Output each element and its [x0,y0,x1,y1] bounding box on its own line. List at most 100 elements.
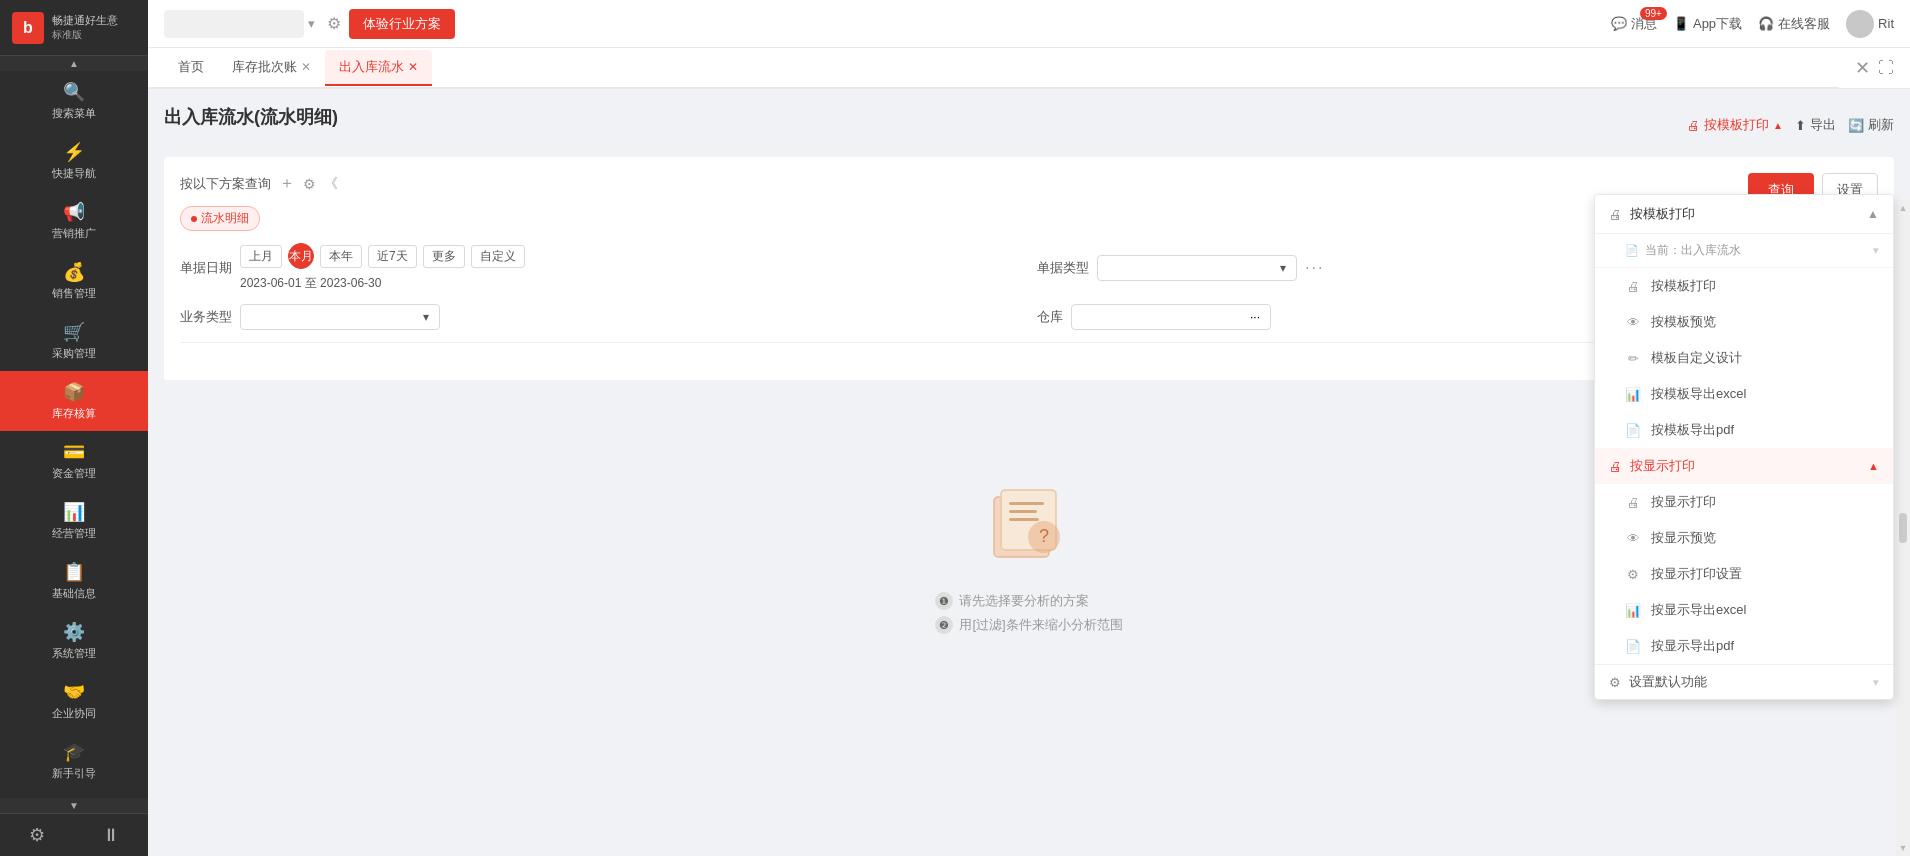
warehouse-select[interactable]: ··· [1071,304,1271,330]
date-btn-custom[interactable]: 自定义 [471,245,525,268]
page-content: 出入库流水(流水明细) 🖨 按模板打印 ▲ ⬆ 导出 🔄 刷新 [148,89,1910,856]
tabs-bar: 首页 库存批次账 ✕ 出入库流水 ✕ [148,48,1839,88]
export-icon: ⬆ [1795,118,1806,133]
top-bar: ▾ ⚙ 体验行业方案 💬 消息 99+ 📱 App下载 🎧 在线客服 [148,0,1910,48]
scrollbar-up-icon[interactable]: ▲ [1899,203,1908,213]
sidebar-item-sales[interactable]: 💰 销售管理 [0,251,148,311]
biz-type-chevron-icon: ▾ [423,310,429,324]
scrollbar[interactable]: ▲ ▼ [1896,200,1910,856]
top-gear-icon[interactable]: ⚙ [327,14,341,33]
template-excel-icon: 📊 [1625,386,1641,402]
top-search-area: ▾ [164,10,315,38]
date-btn-this-month[interactable]: 本月 [288,243,314,269]
svg-text:?: ? [1039,526,1049,546]
sidebar-item-guide[interactable]: 🎓 新手引导 [0,731,148,791]
date-btn-this-year[interactable]: 本年 [320,245,362,268]
phone-icon: 📱 [1673,16,1689,31]
dropdown-item-display-settings[interactable]: ⚙ 按显示打印设置 [1595,556,1893,592]
logo-icon: b [12,12,44,44]
pause-icon[interactable]: ⏸ [102,825,120,846]
filter-collapse-icon[interactable]: 《 [324,175,338,193]
dropdown-item-display-excel[interactable]: 📊 按显示导出excel [1595,592,1893,628]
settings-bottom-icon[interactable]: ⚙ [29,824,45,846]
dropdown-item-template-pdf[interactable]: 📄 按模板导出pdf [1595,412,1893,448]
tab-batch[interactable]: 库存批次账 ✕ [218,50,325,86]
sidebar-item-purchase[interactable]: 🛒 采购管理 [0,311,148,371]
dropdown-current: 📄 当前：出入库流水 ▾ [1595,234,1893,268]
dropdown-section3[interactable]: ⚙ 设置默认功能 ▾ [1595,664,1893,699]
scroll-down[interactable]: ▼ [69,800,79,811]
date-btn-7days[interactable]: 近7天 [368,245,417,268]
search-chevron-icon[interactable]: ▾ [308,16,315,31]
export-btn[interactable]: ⬆ 导出 [1795,116,1836,134]
industry-btn[interactable]: 体验行业方案 [349,9,455,39]
dropdown-section2-header[interactable]: 🖨 按显示打印 ▲ [1595,448,1893,484]
tab-flow[interactable]: 出入库流水 ✕ [325,50,432,86]
app-download-action[interactable]: 📱 App下载 [1673,15,1742,33]
sidebar-item-system[interactable]: ⚙️ 系统管理 [0,611,148,671]
dropdown-title: 🖨 按模板打印 [1609,205,1695,223]
tab-batch-close[interactable]: ✕ [301,60,311,74]
scrollbar-down-icon[interactable]: ▼ [1899,843,1908,853]
sidebar-item-collab[interactable]: 🤝 企业协同 [0,671,148,731]
scrollbar-thumb[interactable] [1899,513,1907,543]
date-btn-last-month[interactable]: 上月 [240,245,282,268]
template-preview-icon: 👁 [1625,314,1641,330]
dropdown-item-display-pdf[interactable]: 📄 按显示导出pdf [1595,628,1893,664]
maximize-window-icon[interactable]: ⛶ [1878,59,1894,77]
top-search-input[interactable] [164,10,304,38]
dropdown-item-display-preview[interactable]: 👁 按显示预览 [1595,520,1893,556]
refresh-btn[interactable]: 🔄 刷新 [1848,116,1894,134]
search-bar-header: 按以下方案查询 ＋ ⚙ 《 [180,173,1878,194]
empty-tip-2: ❷ 用[过滤]条件来缩小分析范围 [935,616,1122,634]
empty-tips: ❶ 请先选择要分析的方案 ❷ 用[过滤]条件来缩小分析范围 [935,592,1122,640]
tab-flow-close[interactable]: ✕ [408,60,418,74]
sidebar-item-basic[interactable]: 📋 基础信息 [0,551,148,611]
dropdown-item-template-print[interactable]: 🖨 按模板打印 [1595,268,1893,304]
sidebar-item-marketing[interactable]: 📢 营销推广 [0,191,148,251]
dropdown-item-display-print[interactable]: 🖨 按显示打印 [1595,484,1893,520]
card-icon: 💳 [63,441,85,463]
cart-icon: 🛒 [63,321,85,343]
dropdown-chevron-icon: ▲ [1867,207,1879,221]
biz-type-field: 业务类型 ▾ [180,304,1021,330]
sidebar-bottom: ⚙ ⏸ [0,813,148,856]
chevron-up-icon: ▲ [1773,120,1783,131]
dropdown-header[interactable]: 🖨 按模板打印 ▲ [1595,195,1893,234]
scroll-up[interactable]: ▲ [69,58,79,69]
dropdown-item-template-design[interactable]: ✏ 模板自定义设计 [1595,340,1893,376]
online-service-action[interactable]: 🎧 在线客服 [1758,15,1830,33]
doc-type-select[interactable]: ▾ [1097,255,1297,281]
money-icon: 💰 [63,261,85,283]
top-bar-right: 💬 消息 99+ 📱 App下载 🎧 在线客服 Rit [1611,10,1894,38]
current-icon: 📄 [1625,244,1639,257]
dropdown-item-template-excel[interactable]: 📊 按模板导出excel [1595,376,1893,412]
tab-home[interactable]: 首页 [164,50,218,86]
message-action[interactable]: 💬 消息 99+ [1611,15,1657,33]
clipboard-icon: 📋 [63,561,85,583]
filter-settings-icon[interactable]: ⚙ [303,176,316,192]
sidebar-item-search[interactable]: 🔍 搜索菜单 [0,71,148,131]
date-btn-more[interactable]: 更多 [423,245,465,268]
sidebar-item-operation[interactable]: 📊 经营管理 [0,491,148,551]
current-chevron-icon: ▾ [1873,244,1879,257]
sidebar-item-finance[interactable]: 💳 资金管理 [0,431,148,491]
sidebar-item-app-center[interactable]: 🔷 应用中心 [0,791,148,798]
section3-icon: ⚙ [1609,675,1621,690]
biz-type-select[interactable]: ▾ [240,304,440,330]
user-profile[interactable]: Rit [1846,10,1894,38]
sidebar-item-inventory[interactable]: 📦 库存核算 [0,371,148,431]
add-filter-icon[interactable]: ＋ [279,173,295,194]
close-window-icon[interactable]: ✕ [1855,57,1870,79]
sidebar-item-quick-nav[interactable]: ⚡ 快捷导航 [0,131,148,191]
refresh-icon: 🔄 [1848,118,1864,133]
dropdown-item-template-preview[interactable]: 👁 按模板预览 [1595,304,1893,340]
date-shortcuts: 上月 本月 本年 近7天 更多 自定义 [240,243,525,269]
graduation-icon: 🎓 [63,741,85,763]
print-template-btn[interactable]: 🖨 按模板打印 ▲ [1687,116,1783,134]
doc-type-more-icon[interactable]: ··· [1305,259,1324,277]
display-excel-icon: 📊 [1625,602,1641,618]
search-icon: 🔍 [63,81,85,103]
svg-rect-4 [1009,518,1039,521]
template-design-icon: ✏ [1625,350,1641,366]
